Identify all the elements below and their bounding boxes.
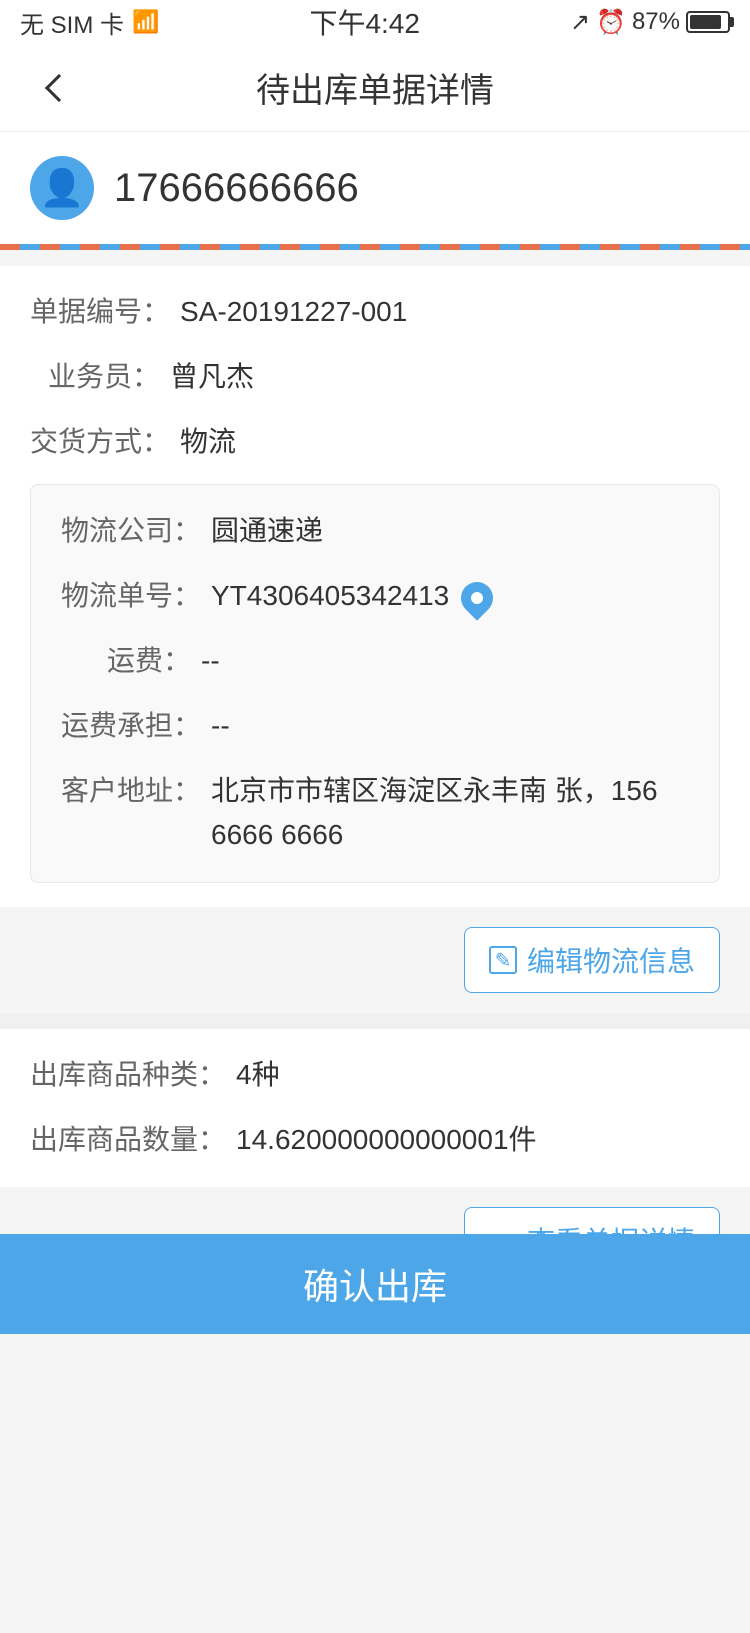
edit-btn-row: 编辑物流信息 (0, 927, 750, 1013)
avatar: 👤 (30, 156, 94, 220)
dashed-separator (0, 244, 750, 250)
logistics-company-value: 圆通速递 (211, 509, 689, 554)
nav-bar: 待出库单据详情 (0, 44, 750, 132)
goods-quantity-value: 14.620000000000001件 (236, 1118, 537, 1163)
order-no-value: SA-20191227-001 (180, 290, 720, 335)
location-icon[interactable] (455, 575, 500, 620)
edit-logistics-button[interactable]: 编辑物流信息 (464, 927, 720, 993)
address-label: 客户地址： (61, 769, 201, 814)
freight-bearer-value: -- (211, 704, 689, 749)
edit-logistics-label: 编辑物流信息 (527, 940, 695, 980)
goods-section: 出库商品种类： 4种 出库商品数量： 14.620000000000001件 (0, 1029, 750, 1187)
goods-quantity-label: 出库商品数量： (30, 1118, 226, 1163)
confirm-outbound-button[interactable]: 确认出库 (0, 1234, 750, 1334)
content-area: 👤 17666666666 单据编号： SA-20191227-001 业务员：… (0, 132, 750, 1633)
logistics-tracking-value: YT43064053424​13 (211, 574, 689, 619)
confirm-btn-label: 确认出库 (303, 1258, 447, 1310)
freight-label: 运费： (61, 639, 191, 684)
tracking-number-text: YT43064053424​13 (211, 574, 449, 619)
delivery-value: 物流 (180, 420, 720, 465)
freight-value: -- (201, 639, 689, 684)
freight-bearer-label: 运费承担： (61, 704, 201, 749)
address-value: 北京市市辖区海淀区永丰南 张，156 6666 6666 (211, 769, 689, 859)
wifi-icon: 📶 (132, 9, 159, 35)
status-right: ↗ ⏰ 87% (570, 8, 730, 37)
freight-bearer-row: 运费承担： -- (61, 704, 689, 749)
order-no-row: 单据编号： SA-20191227-001 (30, 290, 720, 335)
logistics-tracking-label: 物流单号： (61, 574, 201, 619)
salesman-row: 业务员： 曾凡杰 (30, 355, 720, 400)
order-info-section: 单据编号： SA-20191227-001 业务员： 曾凡杰 交货方式： 物流 … (0, 266, 750, 907)
logistics-company-label: 物流公司： (61, 509, 201, 554)
goods-types-label: 出库商品种类： (30, 1053, 226, 1098)
person-icon: 👤 (40, 167, 85, 209)
alarm-icon: ⏰ (596, 8, 626, 37)
logistics-company-row: 物流公司： 圆通速递 (61, 509, 689, 554)
logistics-card: 物流公司： 圆通速递 物流单号： YT43064053424​13 运费： --… (30, 484, 720, 883)
battery-text: 87% (632, 8, 680, 36)
address-row: 客户地址： 北京市市辖区海淀区永丰南 张，156 6666 6666 (61, 769, 689, 859)
goods-quantity-row: 出库商品数量： 14.620000000000001件 (30, 1118, 720, 1163)
location-service-icon: ↗ (570, 8, 590, 37)
delivery-row: 交货方式： 物流 (30, 420, 720, 465)
salesman-value: 曾凡杰 (170, 355, 720, 400)
edit-icon (489, 946, 517, 974)
order-no-label: 单据编号： (30, 290, 170, 335)
customer-phone: 17666666666 (114, 166, 359, 211)
customer-header: 👤 17666666666 (0, 132, 750, 244)
back-arrow-icon (45, 73, 73, 101)
status-left: 无 SIM 卡 📶 (20, 5, 159, 40)
carrier-text: 无 SIM 卡 (20, 5, 124, 40)
freight-row: 运费： -- (61, 639, 689, 684)
back-button[interactable] (30, 63, 80, 113)
status-bar: 无 SIM 卡 📶 下午4:42 ↗ ⏰ 87% (0, 0, 750, 44)
battery-icon (686, 11, 730, 33)
status-time: 下午4:42 (309, 2, 420, 42)
delivery-label: 交货方式： (30, 420, 170, 465)
page-title: 待出库单据详情 (80, 63, 670, 112)
goods-types-value: 4种 (236, 1053, 280, 1098)
logistics-tracking-row: 物流单号： YT43064053424​13 (61, 574, 689, 619)
section-divider (0, 1013, 750, 1029)
goods-types-row: 出库商品种类： 4种 (30, 1053, 720, 1098)
salesman-label: 业务员： (30, 355, 160, 400)
